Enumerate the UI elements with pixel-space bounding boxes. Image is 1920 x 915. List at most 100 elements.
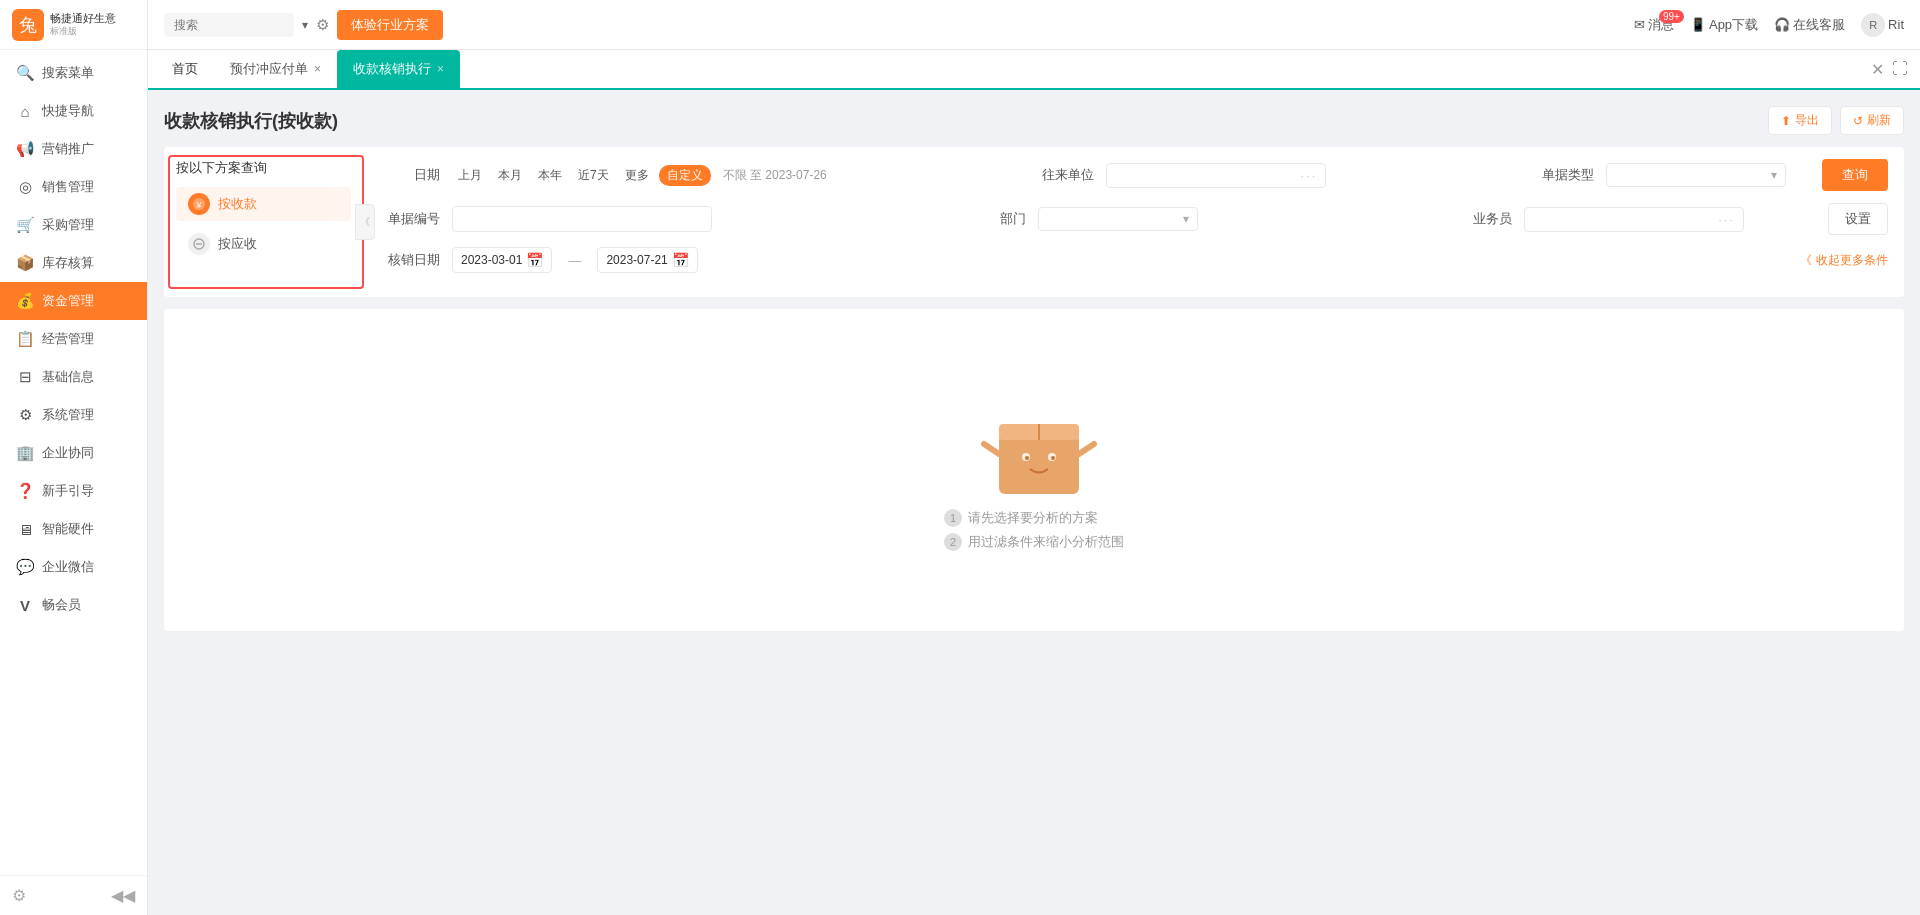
- date-more-btn[interactable]: 更多: [619, 165, 655, 186]
- search-nav-icon: 🔍: [16, 64, 34, 82]
- sidebar-item-quicknav[interactable]: ⌂ 快捷导航: [0, 92, 147, 130]
- headset-icon: 🎧: [1774, 17, 1790, 32]
- sidebar-footer: ⚙ ◀◀: [0, 875, 147, 915]
- left-panel-collapse-button[interactable]: 《: [355, 204, 375, 240]
- staff-picker-icon[interactable]: ···: [1718, 212, 1735, 227]
- sidebar-item-marketing[interactable]: 📢 营销推广: [0, 130, 147, 168]
- date-custom-btn[interactable]: 自定义: [659, 165, 711, 186]
- refresh-button[interactable]: ↺ 刷新: [1840, 106, 1904, 135]
- verify-date-end-input[interactable]: 2023-07-21 📅: [597, 247, 697, 273]
- tab-receivables[interactable]: 收款核销执行 ×: [337, 50, 460, 90]
- sidebar-item-system[interactable]: ⚙ 系统管理: [0, 396, 147, 434]
- sidebar: 兔 畅捷通好生意 标准版 🔍 搜索菜单 ⌂ 快捷导航 📢 营销推广 ◎ 销售管理…: [0, 0, 148, 915]
- tab-receivables-close[interactable]: ×: [437, 62, 444, 76]
- tab-maximize-icon[interactable]: ⛶: [1892, 60, 1908, 78]
- chevron-up-icon: 《: [1800, 252, 1812, 269]
- sidebar-item-vip[interactable]: V 畅会员: [0, 586, 147, 624]
- header-gear-icon[interactable]: ⚙: [316, 16, 329, 34]
- user-menu-button[interactable]: R Rit: [1861, 13, 1904, 37]
- sidebar-item-enterprise[interactable]: 🏢 企业协同: [0, 434, 147, 472]
- message-button[interactable]: ✉ 消息 99+: [1634, 16, 1674, 34]
- step-2-number: 2: [944, 533, 962, 551]
- header-right: ✉ 消息 99+ 📱 App下载 🎧 在线客服 R Rit: [1634, 13, 1904, 37]
- filter-container: 按以下方案查询 ¥ 按收款: [164, 147, 1904, 297]
- sidebar-item-inventory[interactable]: 📦 库存核算: [0, 244, 147, 282]
- filter-right-panel: 日期 上月 本月 本年 近7天 更多 自定义 不限 至 2023-07-26 往…: [364, 159, 1904, 285]
- step-1-number: 1: [944, 509, 962, 527]
- staff-input[interactable]: ···: [1524, 207, 1744, 232]
- wechat-icon: 💬: [16, 558, 34, 576]
- date-last-month-btn[interactable]: 上月: [452, 165, 488, 186]
- industry-solution-button[interactable]: 体验行业方案: [337, 10, 443, 40]
- tab-prepay[interactable]: 预付冲应付单 ×: [214, 50, 337, 90]
- enterprise-icon: 🏢: [16, 444, 34, 462]
- logo-text: 畅捷通好生意 标准版: [50, 11, 116, 38]
- doc-no-input[interactable]: [452, 206, 712, 232]
- empty-illustration: [974, 389, 1094, 489]
- svg-point-9: [1025, 456, 1029, 460]
- sidebar-item-basic-info[interactable]: ⊟ 基础信息: [0, 358, 147, 396]
- settings-bottom-icon[interactable]: ⚙: [12, 886, 26, 905]
- collapse-conditions-button[interactable]: 《 收起更多条件: [1800, 252, 1888, 269]
- sidebar-item-guide[interactable]: ❓ 新手引导: [0, 472, 147, 510]
- verify-date-start-input[interactable]: 2023-03-01 📅: [452, 247, 552, 273]
- finance-icon: 💰: [16, 292, 34, 310]
- top-header: ▾ ⚙ 体验行业方案 ✉ 消息 99+ 📱 App下载 🎧 在线客服 R Rit: [148, 0, 1920, 50]
- counterpart-picker-icon[interactable]: ···: [1301, 168, 1318, 183]
- tab-bar: 首页 预付冲应付单 × 收款核销执行 × ✕ ⛶: [148, 50, 1920, 90]
- tab-prepay-close[interactable]: ×: [314, 62, 321, 76]
- tab-close-all-icon[interactable]: ✕: [1871, 60, 1884, 79]
- svg-point-10: [1051, 456, 1055, 460]
- dept-dropdown-icon: ▾: [1183, 212, 1189, 226]
- svg-text:¥: ¥: [195, 200, 202, 210]
- sidebar-item-finance[interactable]: 💰 资金管理: [0, 282, 147, 320]
- query-button[interactable]: 查询: [1822, 159, 1888, 191]
- app-download-icon: 📱: [1690, 17, 1706, 32]
- date-last-7-days-btn[interactable]: 近7天: [572, 165, 615, 186]
- doc-type-select[interactable]: ▾: [1606, 163, 1786, 187]
- staff-label: 业务员: [1460, 210, 1512, 228]
- sidebar-item-operations[interactable]: 📋 经营管理: [0, 320, 147, 358]
- sidebar-item-wechat[interactable]: 💬 企业微信: [0, 548, 147, 586]
- date-this-year-btn[interactable]: 本年: [532, 165, 568, 186]
- tab-home[interactable]: 首页: [156, 50, 214, 90]
- date-this-month-btn[interactable]: 本月: [492, 165, 528, 186]
- operations-icon: 📋: [16, 330, 34, 348]
- header-dropdown-icon[interactable]: ▾: [302, 18, 308, 32]
- setting-button[interactable]: 设置: [1828, 203, 1888, 235]
- avatar-icon: R: [1861, 13, 1885, 37]
- hardware-icon: 🖥: [16, 521, 34, 538]
- sidebar-item-sales[interactable]: ◎ 销售管理: [0, 168, 147, 206]
- sidebar-item-purchase[interactable]: 🛒 采购管理: [0, 206, 147, 244]
- svg-line-12: [1079, 444, 1094, 454]
- filter-left-panel: 按以下方案查询 ¥ 按收款: [164, 159, 364, 285]
- message-badge: 99+: [1659, 10, 1684, 23]
- vip-icon: V: [16, 597, 34, 614]
- calendar-end-icon: 📅: [672, 252, 689, 268]
- filter-row-3: 核销日期 2023-03-01 📅 — 2023-07-21 📅 《 收起更多条…: [388, 247, 1888, 273]
- tab-bar-right: ✕ ⛶: [1871, 50, 1912, 88]
- header-search-input[interactable]: [164, 13, 294, 37]
- export-button[interactable]: ⬆ 导出: [1768, 106, 1832, 135]
- online-service-button[interactable]: 🎧 在线客服: [1774, 16, 1845, 34]
- filter-option-by-receipt[interactable]: ¥ 按收款: [176, 187, 351, 221]
- counterpart-label: 往来单位: [1042, 166, 1094, 184]
- page-content: 收款核销执行(按收款) ⬆ 导出 ↺ 刷新 按以下方案查询: [148, 90, 1920, 915]
- svg-line-11: [984, 444, 999, 454]
- svg-rect-4: [999, 434, 1079, 494]
- refresh-icon: ↺: [1853, 114, 1863, 128]
- main-area: ▾ ⚙ 体验行业方案 ✉ 消息 99+ 📱 App下载 🎧 在线客服 R Rit: [148, 0, 1920, 915]
- app-download-button[interactable]: 📱 App下载: [1690, 16, 1758, 34]
- filter-option-by-receivable[interactable]: 按应收: [176, 227, 351, 261]
- dept-select[interactable]: ▾: [1038, 207, 1198, 231]
- collapse-sidebar-icon[interactable]: ◀◀: [111, 886, 135, 905]
- guide-icon: ❓: [16, 482, 34, 500]
- system-icon: ⚙: [16, 406, 34, 424]
- sidebar-item-search[interactable]: 🔍 搜索菜单: [0, 54, 147, 92]
- counterpart-input[interactable]: ···: [1106, 163, 1326, 188]
- marketing-icon: 📢: [16, 140, 34, 158]
- verify-date-start-value: 2023-03-01: [461, 253, 522, 267]
- sidebar-item-hardware[interactable]: 🖥 智能硬件: [0, 510, 147, 548]
- verify-date-end-value: 2023-07-21: [606, 253, 667, 267]
- header-left: ▾ ⚙ 体验行业方案: [164, 10, 443, 40]
